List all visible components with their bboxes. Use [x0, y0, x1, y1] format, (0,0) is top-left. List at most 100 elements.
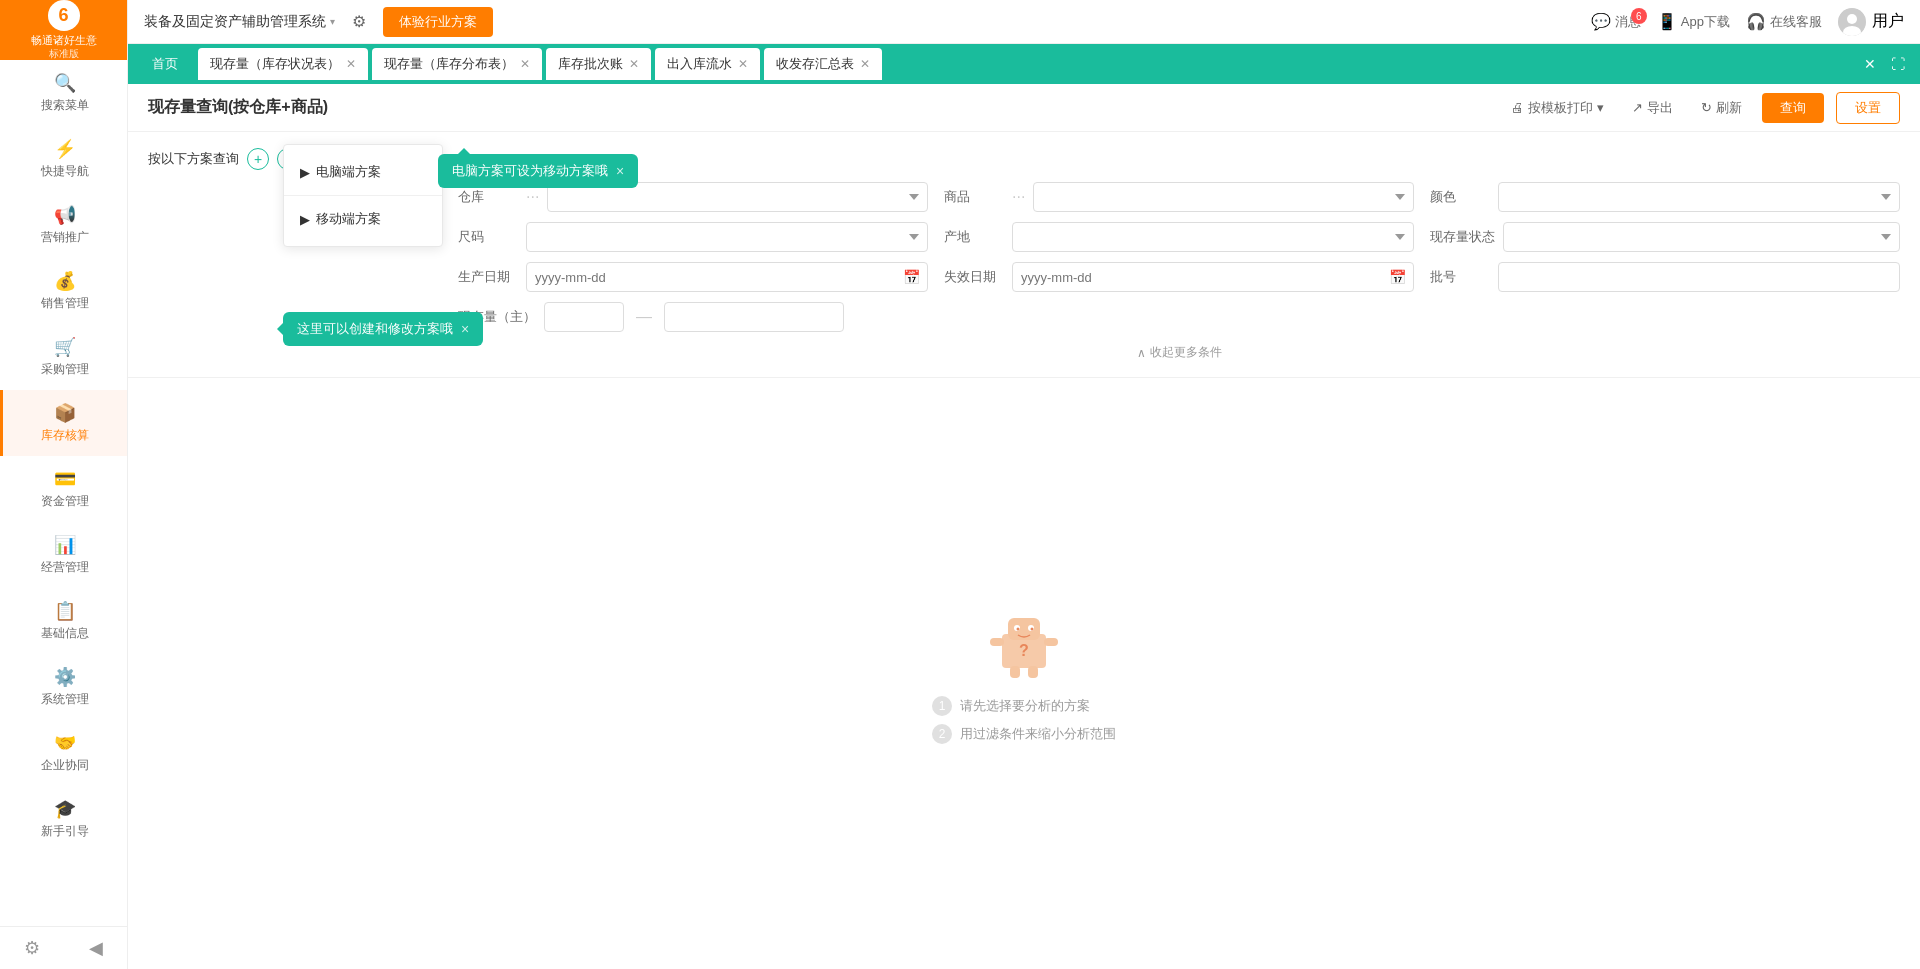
operations-icon: 📊 [54, 534, 76, 556]
empty-text-item-2: 2 用过滤条件来缩小分析范围 [932, 724, 1116, 744]
filter-field-expiry-date: 失效日期 📅 [944, 262, 1414, 292]
origin-select[interactable] [1012, 222, 1414, 252]
main-area: 装备及固定资产辅助管理系统 ▾ ⚙ 体验行业方案 💬 消息 6 📱 App下载 … [128, 0, 1920, 969]
calendar-icon[interactable]: 📅 [903, 269, 920, 285]
tab-receive-send[interactable]: 收发存汇总表 ✕ [764, 48, 882, 80]
setting-button[interactable]: 设置 [1836, 92, 1900, 124]
batch-no-input[interactable] [1498, 262, 1900, 292]
refresh-btn[interactable]: ↻ 刷新 [1693, 95, 1750, 121]
tooltip1-close-btn[interactable]: × [616, 163, 624, 179]
sidebar-item-marketing[interactable]: 📢 营销推广 [0, 192, 127, 258]
filter-row-3: 生产日期 📅 失效日期 📅 批号 [458, 262, 1900, 292]
tab-batch-ledger[interactable]: 库存批次账 ✕ [546, 48, 651, 80]
sidebar-item-guide[interactable]: 🎓 新手引导 [0, 786, 127, 852]
expiry-date-input[interactable] [1012, 262, 1414, 292]
page-title: 现存量查询(按仓库+商品) [148, 97, 328, 118]
sidebar-item-label: 快捷导航 [41, 163, 89, 180]
filter-row-2: 尺码 产地 现存量状态 [458, 222, 1900, 252]
sidebar-item-operations[interactable]: 📊 经营管理 [0, 522, 127, 588]
tab-close-icon[interactable]: ✕ [629, 57, 639, 71]
system-name[interactable]: 装备及固定资产辅助管理系统 ▾ [144, 13, 335, 31]
tab-close-icon[interactable]: ✕ [738, 57, 748, 71]
tooltip2-text: 这里可以创建和修改方案哦 [297, 320, 453, 338]
add-scheme-btn[interactable]: + [247, 148, 269, 170]
product-select[interactable] [1033, 182, 1414, 212]
header-actions: 🖨 按模板打印 ▾ ↗ 导出 ↻ 刷新 查询 设置 [1503, 92, 1900, 124]
tab-close-icon[interactable]: ✕ [520, 57, 530, 71]
collapse-btn[interactable]: ∧ 收起更多条件 [458, 344, 1900, 361]
tab-close-icon[interactable]: ✕ [860, 57, 870, 71]
scheme-desktop-label: 电脑端方案 [316, 163, 381, 181]
tab-inventory-dist[interactable]: 现存量（库存分布表） ✕ [372, 48, 542, 80]
production-date-input[interactable] [526, 262, 928, 292]
industry-solution-button[interactable]: 体验行业方案 [383, 7, 493, 37]
topbar-right: 💬 消息 6 📱 App下载 🎧 在线客服 [1591, 8, 1904, 36]
sidebar-item-basic-info[interactable]: 📋 基础信息 [0, 588, 127, 654]
quantity-input-end[interactable] [664, 302, 844, 332]
sidebar-item-search-menu[interactable]: 🔍 搜索菜单 [0, 60, 127, 126]
notification-btn[interactable]: 💬 消息 6 [1591, 12, 1641, 31]
production-date-wrap: 📅 [526, 262, 928, 292]
sidebar-item-sales[interactable]: 💰 销售管理 [0, 258, 127, 324]
user-name: 用户 [1872, 11, 1904, 32]
logo-text: 畅通诸好生意 标准版 [31, 33, 97, 60]
inventory-icon: 📦 [54, 402, 76, 424]
scheme-mobile-label: 移动端方案 [316, 210, 381, 228]
export-btn[interactable]: ↗ 导出 [1624, 95, 1681, 121]
tab-home[interactable]: 首页 [136, 44, 194, 84]
scheme-item-mobile[interactable]: ▶ 移动端方案 [296, 204, 430, 234]
sidebar-item-finance[interactable]: 💳 资金管理 [0, 456, 127, 522]
sidebar-nav: 🔍 搜索菜单 ⚡ 快捷导航 📢 营销推广 💰 销售管理 🛒 采购管理 📦 库存核… [0, 60, 127, 926]
tab-inventory-status[interactable]: 现存量（库存状况表） ✕ [198, 48, 368, 80]
sidebar-item-inventory[interactable]: 📦 库存核算 [0, 390, 127, 456]
marketing-icon: 📢 [54, 204, 76, 226]
color-select[interactable] [1498, 182, 1900, 212]
chevron-down-icon: ▾ [330, 16, 335, 27]
triangle-icon: ▶ [300, 165, 310, 180]
fullscreen-btn[interactable]: ⛶ [1884, 50, 1912, 78]
settings-gear-btn[interactable]: ⚙ [345, 8, 373, 36]
search-menu-icon: 🔍 [54, 72, 76, 94]
color-label: 颜色 [1430, 188, 1490, 206]
sidebar-item-quick-nav[interactable]: ⚡ 快捷导航 [0, 126, 127, 192]
collapse-icon: ∧ [1137, 346, 1146, 360]
sidebar-item-system[interactable]: ⚙️ 系统管理 [0, 654, 127, 720]
tab-inout-flow[interactable]: 出入库流水 ✕ [655, 48, 760, 80]
filter-field-inventory-status: 现存量状态 [1430, 222, 1900, 252]
filter-row-4: 现存量（主） — [458, 302, 1900, 332]
enterprise-icon: 🤝 [54, 732, 76, 754]
size-select[interactable] [526, 222, 928, 252]
user-area[interactable]: 用户 [1838, 8, 1904, 36]
inventory-status-select[interactable] [1503, 222, 1900, 252]
print-template-btn[interactable]: 🖨 按模板打印 ▾ [1503, 95, 1612, 121]
tooltip2-close-btn[interactable]: × [461, 321, 469, 337]
guide-icon: 🎓 [54, 798, 76, 820]
sidebar-item-label: 资金管理 [41, 493, 89, 510]
sidebar-item-label: 销售管理 [41, 295, 89, 312]
app-download-btn[interactable]: 📱 App下载 [1657, 12, 1730, 31]
online-service-btn[interactable]: 🎧 在线客服 [1746, 12, 1822, 31]
size-label: 尺码 [458, 228, 518, 246]
sidebar-collapse-btn[interactable]: ◀ [89, 937, 103, 959]
sidebar-item-label: 搜索菜单 [41, 97, 89, 114]
sidebar-item-purchase[interactable]: 🛒 采购管理 [0, 324, 127, 390]
quantity-input[interactable] [544, 302, 624, 332]
sidebar-item-label: 系统管理 [41, 691, 89, 708]
topbar: 装备及固定资产辅助管理系统 ▾ ⚙ 体验行业方案 💬 消息 6 📱 App下载 … [128, 0, 1920, 44]
sidebar-item-enterprise[interactable]: 🤝 企业协同 [0, 720, 127, 786]
search-button[interactable]: 查询 [1762, 93, 1824, 123]
filter-field-color: 颜色 [1430, 182, 1900, 212]
sidebar-settings-btn[interactable]: ⚙ [24, 937, 40, 959]
expiry-date-label: 失效日期 [944, 268, 1004, 286]
message-icon: 💬 [1591, 12, 1611, 31]
scheme-item-desktop[interactable]: ▶ 电脑端方案 [296, 157, 430, 187]
sidebar: 6 畅通诸好生意 标准版 🔍 搜索菜单 ⚡ 快捷导航 📢 营销推广 💰 销售管理… [0, 0, 128, 969]
filter-area: 按以下方案查询 + ↺ ← ▶ 电脑端方案 ▶ 移动端方案 [128, 132, 1920, 378]
sidebar-item-label: 基础信息 [41, 625, 89, 642]
tab-close-icon[interactable]: ✕ [346, 57, 356, 71]
sidebar-item-label: 营销推广 [41, 229, 89, 246]
export-icon: ↗ [1632, 100, 1643, 115]
close-all-tabs-btn[interactable]: ✕ [1856, 50, 1884, 78]
calendar-icon[interactable]: 📅 [1389, 269, 1406, 285]
sidebar-item-label: 企业协同 [41, 757, 89, 774]
